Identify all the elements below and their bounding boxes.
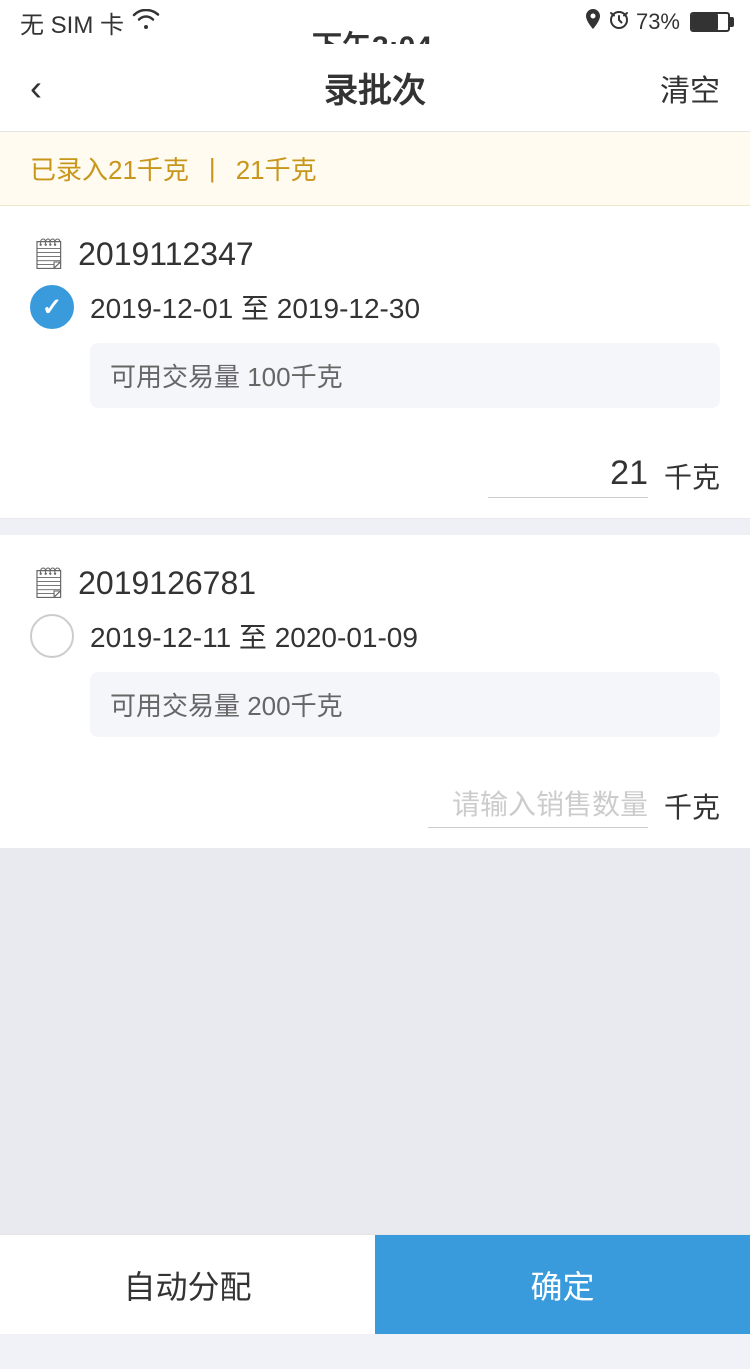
batch-item-2: 🗒 2019126781 2019-12-11 至 2020-01-09 可用交… xyxy=(0,535,750,767)
section-divider xyxy=(0,519,750,535)
batch-item-1: 🗒 2019112347 2019-12-01 至 2019-12-30 可用交… xyxy=(0,206,750,438)
info-banner: 已录入21千克 | 21千克 xyxy=(0,132,750,206)
batch-1-qty-underline: 21 xyxy=(488,454,648,498)
carrier-text: 无 SIM 卡 xyxy=(20,5,124,40)
batch-1-unit: 千克 xyxy=(664,456,720,496)
batch-1-available: 可用交易量 100千克 xyxy=(90,343,720,408)
empty-area xyxy=(0,849,750,1269)
bottom-bar: 自动分配 确定 xyxy=(0,1234,750,1334)
batch-1-icon: 🗒 xyxy=(30,237,68,272)
auto-distribute-button[interactable]: 自动分配 xyxy=(0,1235,375,1334)
batch-1-date: 2019-12-01 至 2019-12-30 xyxy=(90,287,420,327)
batch-2-qty-placeholder: 请输入销售数量 xyxy=(452,783,648,823)
batch-2-id: 2019126781 xyxy=(78,565,256,602)
banner-value: 21千克 xyxy=(236,150,317,187)
batch-1-qty-row: 21 千克 xyxy=(0,438,750,519)
batch-2-qty-row: 请输入销售数量 千克 xyxy=(0,767,750,849)
batch-1-radio[interactable] xyxy=(30,285,74,329)
page-title: 录批次 xyxy=(324,63,426,112)
banner-divider: | xyxy=(209,153,216,184)
batch-2-header: 🗒 2019126781 xyxy=(30,565,720,602)
battery-icon xyxy=(690,12,730,32)
batch-2-qty-underline[interactable]: 请输入销售数量 xyxy=(428,783,648,828)
batch-1-header: 🗒 2019112347 xyxy=(30,236,720,273)
location-icon xyxy=(584,8,602,36)
recorded-label: 已录入21千克 xyxy=(30,150,189,187)
batch-2-unit: 千克 xyxy=(664,786,720,826)
nav-bar: ‹ 录批次 清空 xyxy=(0,44,750,132)
clear-button[interactable]: 清空 xyxy=(660,66,720,110)
batch-2-available: 可用交易量 200千克 xyxy=(90,672,720,737)
battery-percent: 73% xyxy=(636,9,680,35)
confirm-button[interactable]: 确定 xyxy=(375,1235,750,1334)
back-button[interactable]: ‹ xyxy=(30,67,42,109)
batch-1-date-row: 2019-12-01 至 2019-12-30 xyxy=(30,285,720,329)
batch-2-icon: 🗒 xyxy=(30,566,68,601)
content-area: 已录入21千克 | 21千克 🗒 2019112347 2019-12-01 至… xyxy=(0,132,750,1369)
alarm-icon xyxy=(608,8,630,36)
status-right: 73% xyxy=(584,8,730,36)
batch-1-qty-value: 21 xyxy=(610,454,648,493)
batch-2-date-row: 2019-12-11 至 2020-01-09 xyxy=(30,614,720,658)
batch-2-date: 2019-12-11 至 2020-01-09 xyxy=(90,616,418,656)
wifi-icon xyxy=(132,8,160,36)
batch-2-radio[interactable] xyxy=(30,614,74,658)
batch-1-id: 2019112347 xyxy=(78,236,254,273)
status-bar: 无 SIM 卡 下午3:04 73% xyxy=(0,0,750,44)
status-left: 无 SIM 卡 xyxy=(20,5,160,40)
